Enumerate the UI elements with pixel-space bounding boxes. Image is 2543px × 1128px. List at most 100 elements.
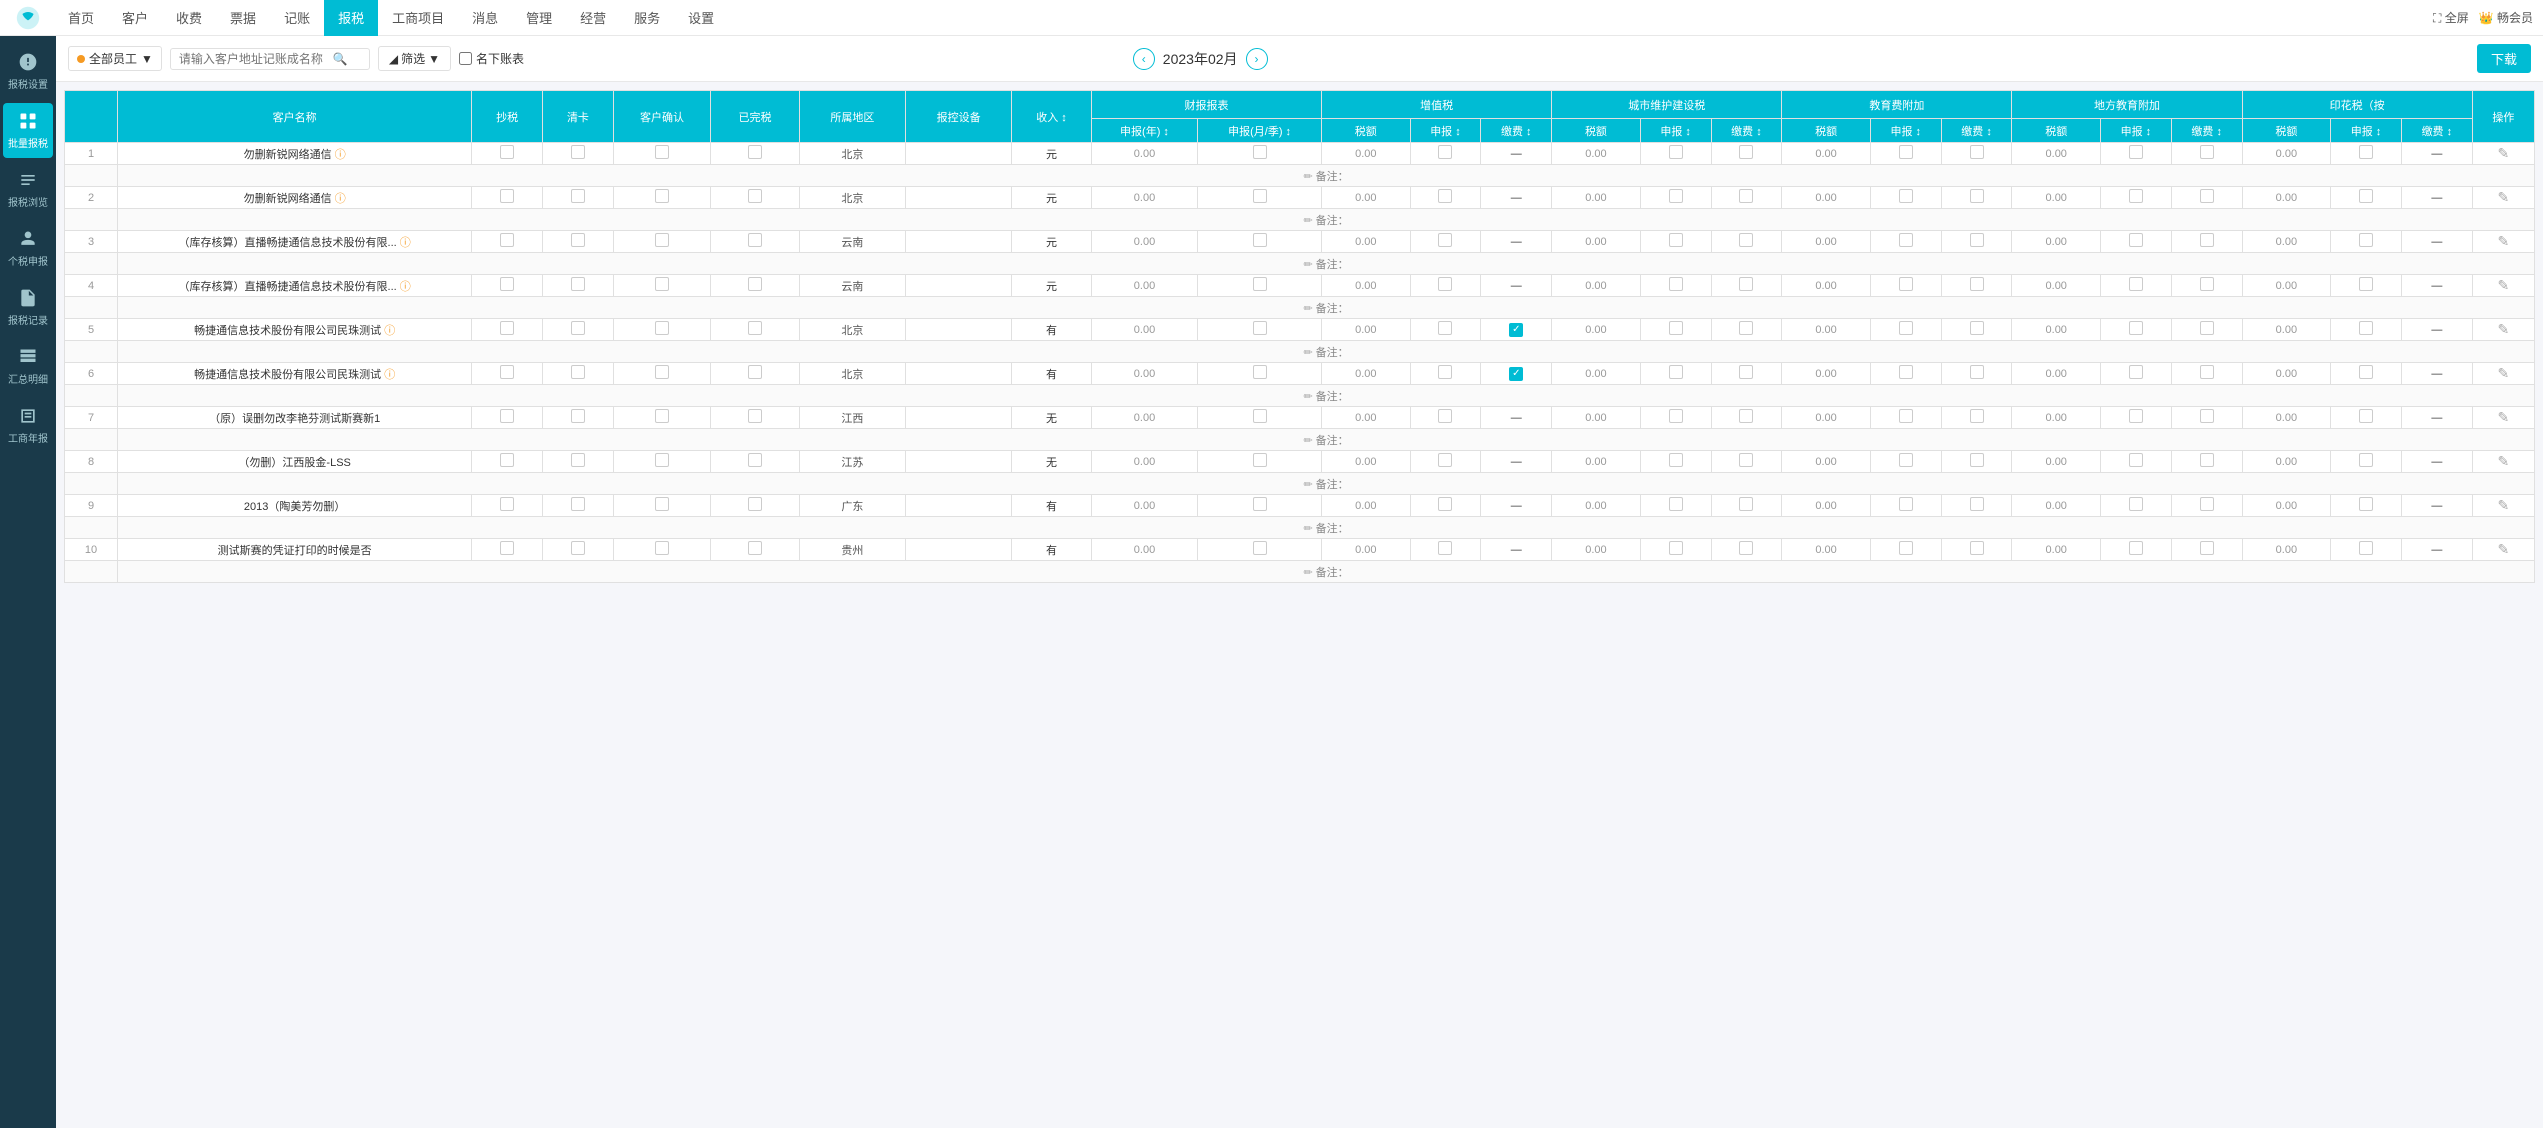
confirm-checkbox[interactable] — [655, 189, 669, 203]
chaoshui-checkbox[interactable] — [500, 233, 514, 247]
vat-pay: — — [1481, 407, 1552, 429]
chaoshui-checkbox[interactable] — [500, 409, 514, 423]
checkbox-label[interactable]: 名下账表 — [459, 50, 524, 67]
sidebar-item-gongshangnianba[interactable]: 工商年报 — [3, 398, 53, 453]
confirm-cell — [613, 495, 710, 517]
confirm-cell — [613, 275, 710, 297]
nav-message[interactable]: 消息 — [458, 0, 512, 36]
date-next-button[interactable]: › — [1246, 48, 1268, 70]
edit-icon[interactable]: ✎ — [2498, 453, 2510, 469]
confirm-checkbox[interactable] — [655, 453, 669, 467]
qingka-checkbox[interactable] — [571, 497, 585, 511]
nav-invoice[interactable]: 票据 — [216, 0, 270, 36]
edit-icon[interactable]: ✎ — [2498, 277, 2510, 293]
yiwanshui-checkbox[interactable] — [748, 277, 762, 291]
chaoshui-checkbox[interactable] — [500, 541, 514, 555]
confirm-checkbox[interactable] — [655, 497, 669, 511]
nav-operation[interactable]: 经营 — [566, 0, 620, 36]
search-input[interactable] — [179, 52, 329, 66]
nav-tax[interactable]: 报税 — [324, 0, 378, 36]
filter-button[interactable]: ◢ 筛选 ▼ — [378, 46, 451, 71]
qingka-checkbox[interactable] — [571, 277, 585, 291]
stamp-amount: 0.00 — [2242, 231, 2331, 253]
edit-icon[interactable]: ✎ — [2498, 145, 2510, 161]
confirm-cell — [613, 363, 710, 385]
sidebar-item-baoshuijilu[interactable]: 报税浏览 — [3, 162, 53, 217]
edit-icon[interactable]: ✎ — [2498, 233, 2510, 249]
yiwanshui-checkbox[interactable] — [748, 189, 762, 203]
sidebar-item-baoshuishezhi[interactable]: 报税设置 — [3, 44, 53, 99]
stamp-pay: — — [2401, 319, 2472, 341]
edit-icon[interactable]: ✎ — [2498, 409, 2510, 425]
chaoshui-checkbox[interactable] — [500, 277, 514, 291]
qingka-cell — [543, 319, 614, 341]
th-edu-declare: 申报 ↕ — [1870, 119, 1941, 143]
confirm-cell — [613, 319, 710, 341]
edu-amount: 0.00 — [1782, 319, 1871, 341]
yiwanshui-checkbox[interactable] — [748, 453, 762, 467]
yiwanshui-checkbox[interactable] — [748, 409, 762, 423]
nav-customer[interactable]: 客户 — [108, 0, 162, 36]
vat-amount: 0.00 — [1322, 231, 1411, 253]
edit-icon[interactable]: ✎ — [2498, 321, 2510, 337]
nav-home[interactable]: 首页 — [54, 0, 108, 36]
confirm-checkbox[interactable] — [655, 321, 669, 335]
yiwanshui-checkbox[interactable] — [748, 145, 762, 159]
action-cell: ✎ — [2472, 143, 2534, 165]
download-button[interactable]: 下载 — [2477, 44, 2531, 73]
sidebar-item-baoshuijilu2[interactable]: 报税记录 — [3, 280, 53, 335]
date-prev-button[interactable]: ‹ — [1133, 48, 1155, 70]
chaoshui-checkbox[interactable] — [500, 189, 514, 203]
local-pay — [2171, 231, 2242, 253]
yiwanshui-checkbox[interactable] — [748, 233, 762, 247]
sidebar-item-huizongmingxi[interactable]: 汇总明细 — [3, 339, 53, 394]
note-row: ✏备注： — [65, 385, 2535, 407]
confirm-checkbox[interactable] — [655, 365, 669, 379]
qingka-checkbox[interactable] — [571, 145, 585, 159]
sidebar-item-pilianbaoshui[interactable]: 批量报税 — [3, 103, 53, 158]
member-btn[interactable]: 👑 畅会员 — [2479, 9, 2533, 26]
nav-service[interactable]: 服务 — [620, 0, 674, 36]
edit-icon[interactable]: ✎ — [2498, 365, 2510, 381]
yiwanshui-checkbox[interactable] — [748, 365, 762, 379]
nav-fee[interactable]: 收费 — [162, 0, 216, 36]
note-num — [65, 473, 118, 495]
row-num: 8 — [65, 451, 118, 473]
edit-icon[interactable]: ✎ — [2498, 541, 2510, 557]
table-row: 8 （勿删）江西股金-LSS 江苏 无 0.00 0.00 — 0.00 0.0… — [65, 451, 2535, 473]
nav-management[interactable]: 管理 — [512, 0, 566, 36]
fullscreen-btn[interactable]: ⛶ 全屏 — [2433, 9, 2469, 26]
qingka-checkbox[interactable] — [571, 541, 585, 555]
yiwanshui-checkbox[interactable] — [748, 541, 762, 555]
chaoshui-checkbox[interactable] — [500, 453, 514, 467]
yiwanshui-cell — [711, 187, 800, 209]
stamp-pay: — — [2401, 187, 2472, 209]
chaoshui-checkbox[interactable] — [500, 321, 514, 335]
vat-amount: 0.00 — [1322, 187, 1411, 209]
chaoshui-checkbox[interactable] — [500, 145, 514, 159]
confirm-checkbox[interactable] — [655, 145, 669, 159]
edit-icon[interactable]: ✎ — [2498, 497, 2510, 513]
qingka-checkbox[interactable] — [571, 453, 585, 467]
qingka-checkbox[interactable] — [571, 365, 585, 379]
th-financial: 财报报表 — [1091, 91, 1321, 119]
nav-accounting[interactable]: 记账 — [270, 0, 324, 36]
confirm-checkbox[interactable] — [655, 541, 669, 555]
qingka-checkbox[interactable] — [571, 189, 585, 203]
edit-icon[interactable]: ✎ — [2498, 189, 2510, 205]
confirm-checkbox[interactable] — [655, 233, 669, 247]
qingka-checkbox[interactable] — [571, 409, 585, 423]
nav-industry[interactable]: 工商项目 — [378, 0, 458, 36]
nav-settings[interactable]: 设置 — [674, 0, 728, 36]
sidebar-item-geshuishenbao[interactable]: 个税申报 — [3, 221, 53, 276]
yiwanshui-checkbox[interactable] — [748, 497, 762, 511]
chaoshui-checkbox[interactable] — [500, 365, 514, 379]
qingka-checkbox[interactable] — [571, 233, 585, 247]
employee-select[interactable]: 全部员工 ▼ — [68, 46, 162, 71]
confirm-checkbox[interactable] — [655, 277, 669, 291]
qingka-checkbox[interactable] — [571, 321, 585, 335]
yiwanshui-checkbox[interactable] — [748, 321, 762, 335]
named-checkbox[interactable] — [459, 52, 472, 65]
confirm-checkbox[interactable] — [655, 409, 669, 423]
chaoshui-checkbox[interactable] — [500, 497, 514, 511]
